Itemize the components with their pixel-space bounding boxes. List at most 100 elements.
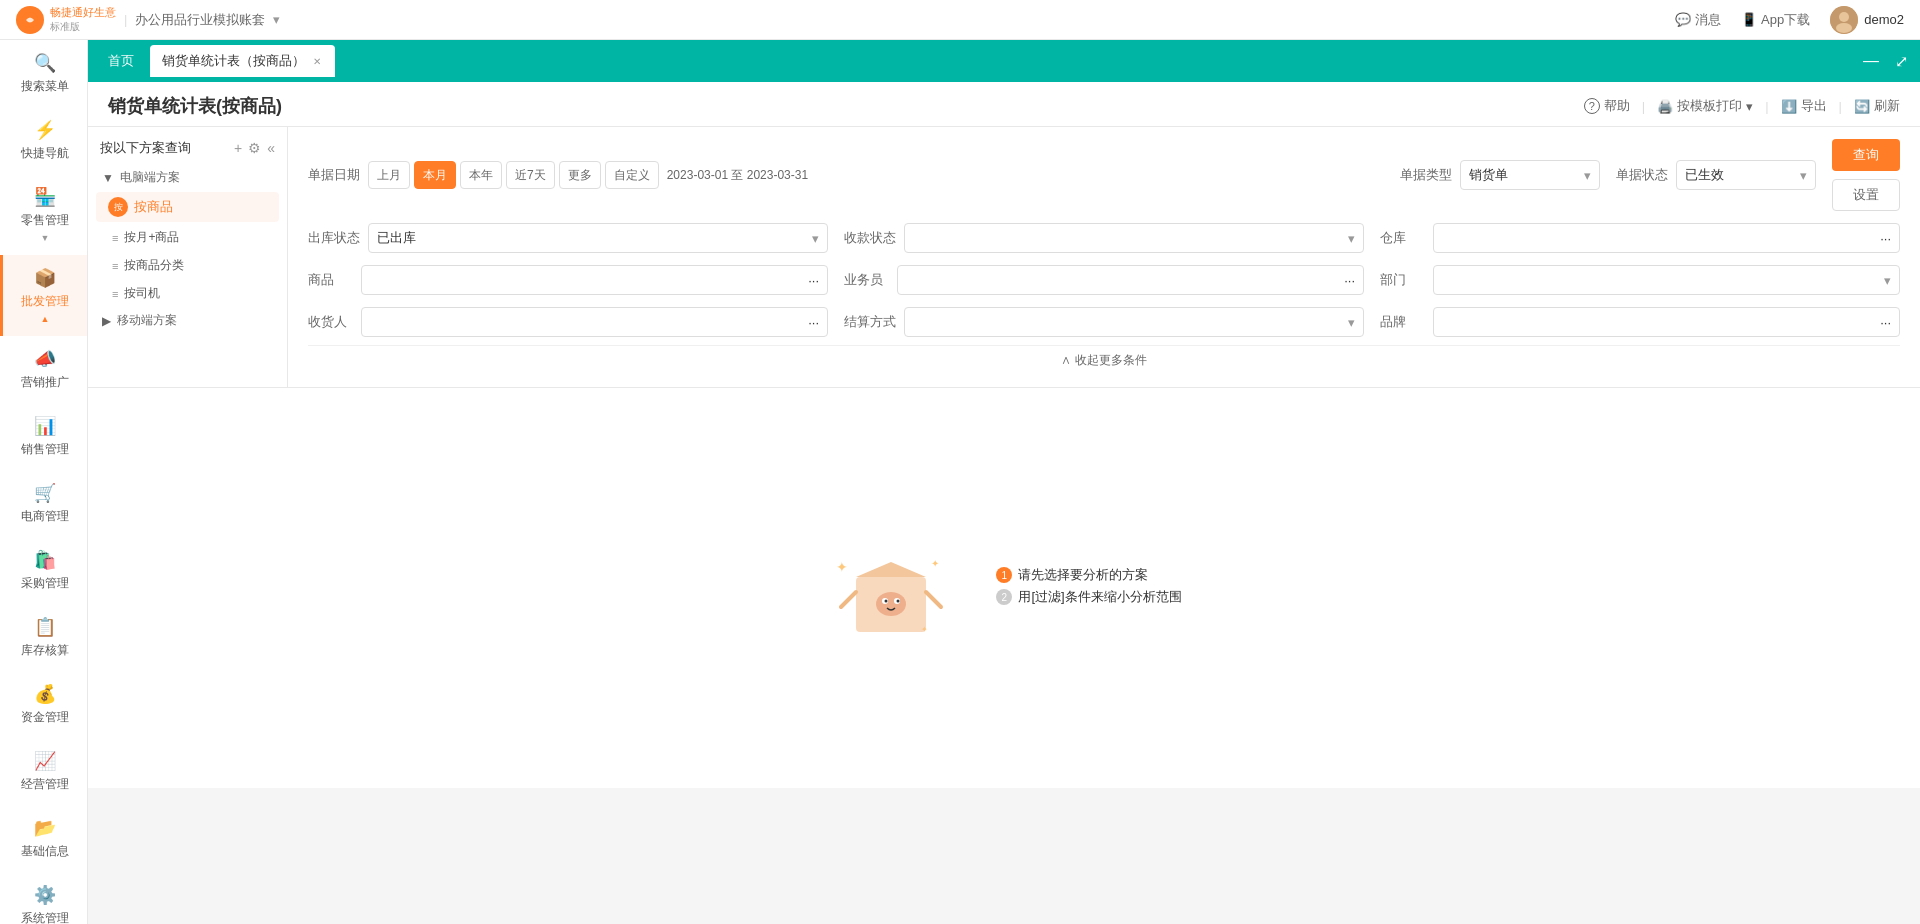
sidebar-item-sales[interactable]: 📊 销售管理 [0,403,87,470]
product-input[interactable]: ··· [361,265,828,295]
filter-row-3: 商品 ··· 业务员 ··· [308,265,1900,295]
receipt-arrow: ▾ [1348,231,1355,246]
date-buttons-group: 上月 本月 本年 近7天 更多 自定义 2023-03-01 至 2023-03… [368,161,808,189]
salesman-input[interactable]: ··· [897,265,1364,295]
filter-receiver: 收货人 ··· [308,307,828,337]
single-status-select[interactable]: 已生效 ▾ [1676,160,1816,190]
sidebar-item-system[interactable]: ⚙️ 系统管理 [0,872,87,924]
tip-2: 2 用[过滤]条件来缩小分析范围 [996,588,1181,606]
out-status-arrow: ▾ [812,231,819,246]
date-btn-this-year[interactable]: 本年 [460,161,502,189]
add-scheme-button[interactable]: + [234,140,242,156]
header-title: 办公用品行业模拟账套 [135,11,265,29]
tab-sales-stat[interactable]: 销货单统计表（按商品） ✕ [150,45,335,77]
date-range-display: 2023-03-01 至 2023-03-31 [667,167,808,184]
app-download-action[interactable]: 📱 App下载 [1741,11,1810,29]
filter-out-status: 出库状态 已出库 ▾ [308,223,828,253]
svg-text:✦: ✦ [931,558,939,569]
list-icon-3: ≡ [112,288,118,300]
collapse-panel-button[interactable]: « [267,140,275,156]
help-button[interactable]: ? 帮助 [1584,97,1630,115]
date-btn-7days[interactable]: 近7天 [506,161,555,189]
payment-select[interactable]: ▾ [904,307,1364,337]
logo-text: 畅捷通好生意 标准版 [50,5,116,34]
empty-content: ✦ ✦ ✦ 1 请先选择要分析的方案 2 用[过滤]条件来缩小 [826,522,1181,655]
right-filter: 单据日期 上月 本月 本年 近7天 更多 自定义 2023-03-01 至 20… [288,127,1920,387]
user-area[interactable]: demo2 [1830,6,1904,34]
tip-num-2: 2 [996,589,1012,605]
retail-arrow: ▼ [41,233,50,243]
export-button[interactable]: ⬇️ 导出 [1781,97,1827,115]
mobile-group: ▶ 移动端方案 [88,308,287,333]
settings-button[interactable]: 设置 [1832,179,1900,211]
sidebar-item-search[interactable]: 🔍 搜索菜单 [0,40,87,107]
date-btn-more[interactable]: 更多 [559,161,601,189]
svg-line-10 [841,592,856,607]
tab-close-button[interactable]: ✕ [311,54,323,69]
tab-bar-right: — ⤢ [1859,48,1912,75]
sidebar-item-operation[interactable]: 📈 经营管理 [0,738,87,805]
tab-home[interactable]: 首页 [96,45,146,77]
warehouse-input[interactable]: ··· [1433,223,1900,253]
message-action[interactable]: 💬 消息 [1675,11,1721,29]
tab-minimize-button[interactable]: — [1859,48,1883,74]
filter-receipt-status: 收款状态 ▾ [844,223,1364,253]
sidebar-item-wholesale[interactable]: 📦 批发管理 ▲ [0,255,87,336]
sidebar-item-inventory[interactable]: 📋 库存核算 [0,604,87,671]
sidebar-item-ecommerce[interactable]: 🛒 电商管理 [0,470,87,537]
page-header: 销货单统计表(按商品) ? 帮助 | 🖨️ 按模板打印 ▾ | ⬇️ [88,82,1920,127]
sidebar-item-purchase[interactable]: 🛍️ 采购管理 [0,537,87,604]
refresh-button[interactable]: 🔄 刷新 [1854,97,1900,115]
panel-actions: + ⚙ « [234,140,275,156]
sidebar-item-basic[interactable]: 📂 基础信息 [0,805,87,872]
purchase-icon: 🛍️ [34,549,56,571]
settings-scheme-button[interactable]: ⚙ [248,140,261,156]
wholesale-arrow: ▲ [41,314,50,324]
desktop-group-title[interactable]: ▼ 电脑端方案 [96,165,279,190]
department-select[interactable]: ▾ [1433,265,1900,295]
system-icon: ⚙️ [34,884,56,906]
receipt-status-select[interactable]: ▾ [904,223,1364,253]
sidebar-item-finance[interactable]: 💰 资金管理 [0,671,87,738]
tree-item-by-cashier[interactable]: ≡ 按司机 [96,280,279,307]
out-status-select[interactable]: 已出库 ▾ [368,223,828,253]
mobile-group-title[interactable]: ▶ 移动端方案 [96,308,279,333]
help-icon: ? [1584,98,1600,114]
sidebar-item-quick-nav[interactable]: ⚡ 快捷导航 [0,107,87,174]
tab-maximize-button[interactable]: ⤢ [1891,48,1912,75]
tree-item-by-product[interactable]: 按 按商品 [96,192,279,222]
sidebar-item-retail[interactable]: 🏪 零售管理 ▼ [0,174,87,255]
svg-point-8 [885,599,888,602]
receiver-input[interactable]: ··· [361,307,828,337]
template-print-button[interactable]: 🖨️ 按模板打印 ▾ [1657,97,1753,115]
logo-area[interactable]: 畅捷通好生意 标准版 [16,5,116,34]
status-arrow-icon: ▾ [1800,168,1807,183]
sidebar-item-marketing[interactable]: 📣 营销推广 [0,336,87,403]
svg-text:✦: ✦ [921,625,928,634]
list-icon-1: ≡ [112,232,118,244]
sales-icon: 📊 [34,415,56,437]
filter-single-date: 单据日期 上月 本月 本年 近7天 更多 自定义 2023-03-01 至 20… [308,161,808,189]
brand-dots: ··· [1880,315,1891,330]
ecommerce-icon: 🛒 [34,482,56,504]
salesman-dots: ··· [1344,273,1355,288]
filter-single-status: 单据状态 已生效 ▾ [1616,160,1816,190]
marketing-icon: 📣 [34,348,56,370]
svg-point-5 [876,592,906,616]
page-actions: ? 帮助 | 🖨️ 按模板打印 ▾ | ⬇️ 导出 | [1584,97,1900,115]
date-btn-last-month[interactable]: 上月 [368,161,410,189]
payment-arrow: ▾ [1348,315,1355,330]
quick-nav-icon: ⚡ [34,119,56,141]
single-type-select[interactable]: 销货单 ▾ [1460,160,1600,190]
query-button[interactable]: 查询 [1832,139,1900,171]
chevron-right-icon: ▶ [102,314,111,328]
date-btn-this-month[interactable]: 本月 [414,161,456,189]
date-btn-custom[interactable]: 自定义 [605,161,659,189]
filter-single-type: 单据类型 销货单 ▾ [1400,160,1600,190]
tree-item-by-category[interactable]: ≡ 按商品分类 [96,252,279,279]
wholesale-icon: 📦 [34,267,56,289]
header-dropdown[interactable]: ▾ [273,12,280,27]
collapse-conditions-button[interactable]: ∧ 收起更多条件 [308,345,1900,375]
tree-item-by-month-product[interactable]: ≡ 按月+商品 [96,224,279,251]
brand-input[interactable]: ··· [1433,307,1900,337]
